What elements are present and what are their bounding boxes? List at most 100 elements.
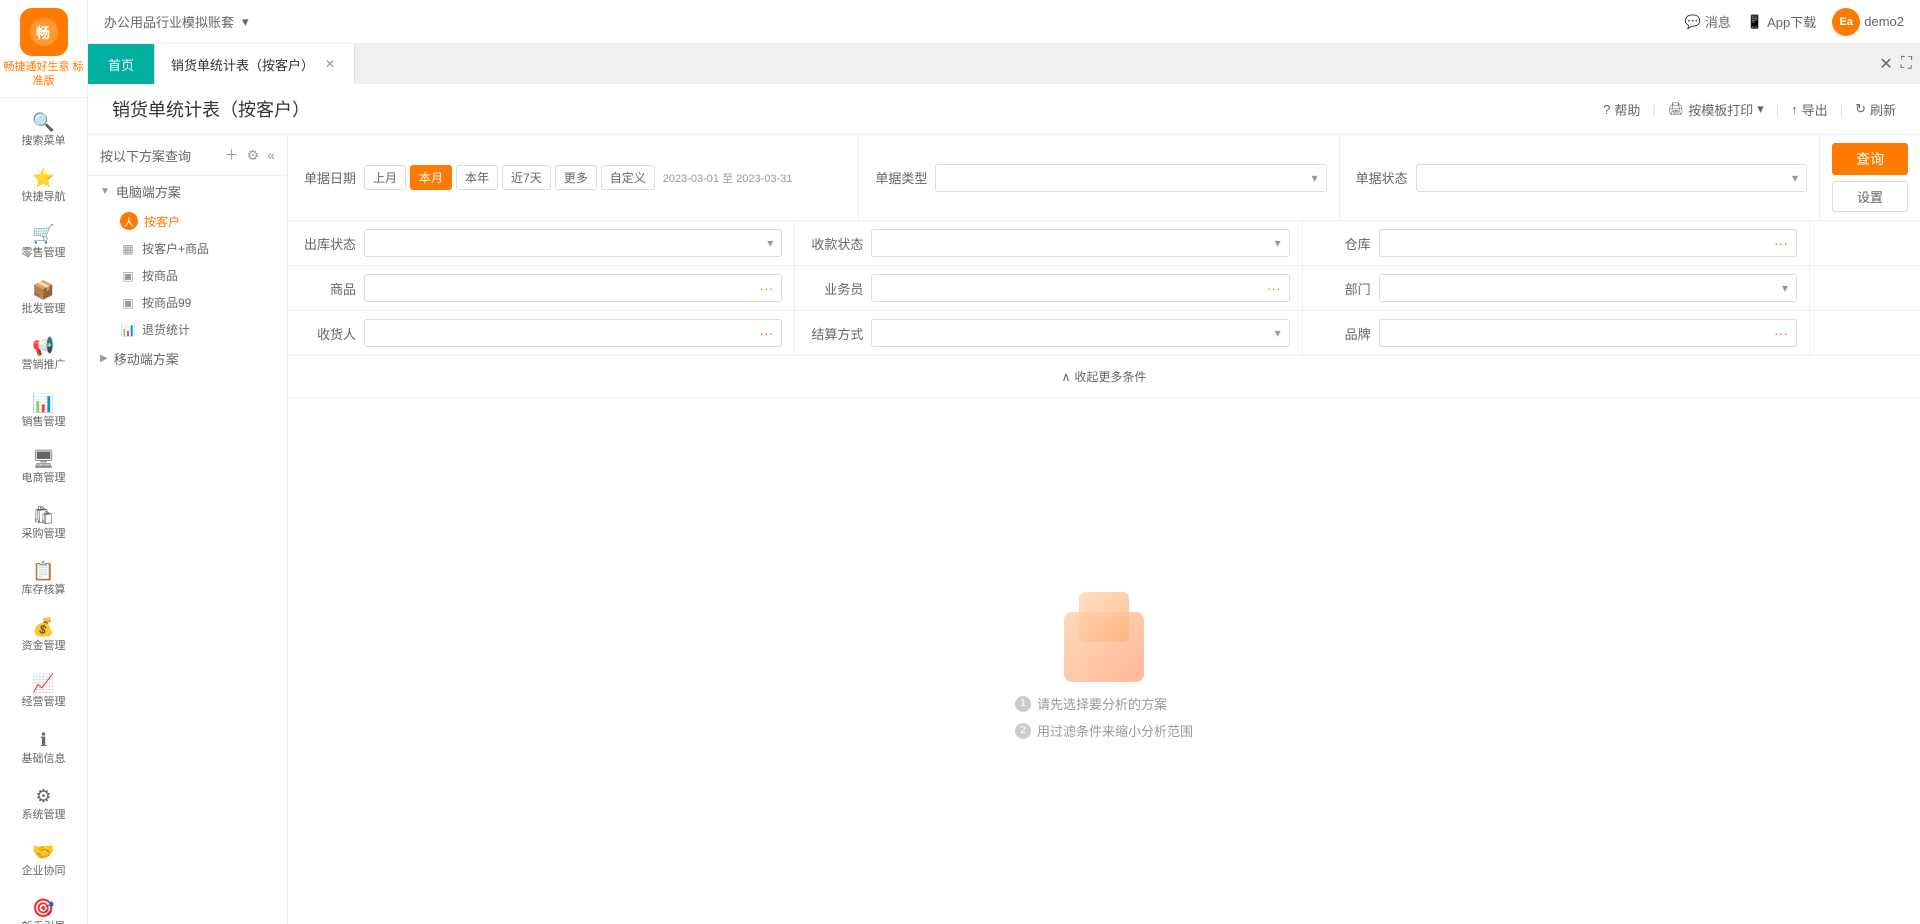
- settlement-chevron: ▾: [1275, 326, 1281, 340]
- tree-toggle-mobile: ▶: [100, 353, 108, 364]
- logo-icon: 畅: [20, 8, 68, 56]
- tree-toggle-desktop: ▼: [100, 186, 110, 197]
- refresh-btn[interactable]: ↻ 刷新: [1855, 100, 1896, 119]
- sidebar-item-inventory[interactable]: 📋 库存核算: [0, 551, 87, 607]
- main-area: 单据日期 上月 本月 本年 近7天 更多 自定义 2023-03-01 至 20…: [288, 135, 1920, 924]
- messages-btn[interactable]: 💬 消息: [1685, 12, 1731, 31]
- sidebar-item-purchase[interactable]: 🛍 采购管理: [0, 495, 87, 551]
- department-chevron: ▾: [1782, 281, 1788, 295]
- doc-type-select[interactable]: ▾: [935, 164, 1326, 192]
- settings-btn[interactable]: 设置: [1832, 181, 1908, 212]
- tab-close-all-btn[interactable]: ✕: [1879, 54, 1892, 74]
- tree-item-by-goods-99[interactable]: ▣ 按商品99: [112, 289, 287, 316]
- search-icon: 🔍: [32, 112, 54, 133]
- query-btn[interactable]: 查询: [1832, 143, 1908, 175]
- date-btn-this-month[interactable]: 本月: [410, 165, 452, 190]
- template-print-btn[interactable]: 🖨 按模板打印 ▾: [1668, 100, 1764, 119]
- department-select[interactable]: ▾: [1379, 274, 1797, 302]
- sidebar-label-system: 系统管理: [22, 809, 66, 822]
- sidebar-label-basic-info: 基础信息: [22, 753, 66, 766]
- tree-item-return-stat[interactable]: 📊 退货统计: [112, 316, 287, 343]
- gear-icon: ⚙: [35, 786, 51, 807]
- tab-close-btn[interactable]: ✕: [322, 56, 338, 72]
- payment-status-select[interactable]: ▾: [871, 229, 1289, 257]
- sidebar-item-basic-info[interactable]: ℹ 基础信息: [0, 720, 87, 776]
- sidebar-item-sales[interactable]: 📊 销售管理: [0, 383, 87, 439]
- page-actions: ? 帮助 | 🖨 按模板打印 ▾ | ↑ 导出 | ↻ 刷新: [1603, 100, 1896, 119]
- settlement-label: 结算方式: [807, 324, 863, 343]
- user-profile[interactable]: Ea demo2: [1832, 8, 1904, 36]
- star-icon: ⭐: [32, 168, 54, 189]
- left-panel-icons: ＋ ⚙ «: [225, 145, 275, 165]
- brand-select[interactable]: ···: [1379, 319, 1797, 347]
- left-panel: 按以下方案查询 ＋ ⚙ « ▼ 电脑端方案 人 按客户: [88, 135, 288, 924]
- refresh-icon: ↻: [1855, 101, 1866, 117]
- topbar-right: 💬 消息 📱 App下载 Ea demo2: [1685, 8, 1904, 36]
- sidebar-item-wholesale[interactable]: 📦 批发管理: [0, 270, 87, 326]
- brand-dots: ···: [1774, 325, 1788, 341]
- add-scheme-btn[interactable]: ＋: [225, 145, 239, 165]
- sales-icon: 📊: [32, 393, 54, 414]
- date-btn-this-year[interactable]: 本年: [456, 165, 498, 190]
- sidebar-item-ecommerce[interactable]: 🖥 电商管理: [0, 439, 87, 495]
- sidebar-label-purchase: 采购管理: [22, 528, 66, 541]
- sidebar-item-system[interactable]: ⚙ 系统管理: [0, 776, 87, 832]
- export-btn[interactable]: ↑ 导出: [1791, 100, 1828, 119]
- date-btn-more[interactable]: 更多: [555, 165, 597, 190]
- warehouse-select[interactable]: ···: [1379, 229, 1797, 257]
- help-icon: ?: [1603, 102, 1610, 117]
- tree-desktop-header[interactable]: ▼ 电脑端方案: [88, 176, 287, 207]
- sidebar-label-inventory: 库存核算: [22, 584, 66, 597]
- settlement-select[interactable]: ▾: [871, 319, 1289, 347]
- help-btn[interactable]: ? 帮助: [1603, 100, 1640, 119]
- app-download-btn[interactable]: 📱 App下载: [1747, 12, 1816, 31]
- date-label: 单据日期: [300, 168, 356, 187]
- date-btn-custom[interactable]: 自定义: [601, 165, 655, 190]
- tabbar: 首页 销货单统计表（按客户） ✕ ✕ ⛶: [88, 44, 1920, 84]
- sidebar-item-search[interactable]: 🔍 搜索菜单: [0, 102, 87, 158]
- settings-scheme-btn[interactable]: ⚙: [247, 147, 260, 164]
- collapse-panel-btn[interactable]: «: [267, 147, 275, 163]
- ecommerce-icon: 🖥: [32, 449, 55, 470]
- department-label: 部门: [1315, 279, 1371, 298]
- download-icon: 📱: [1747, 14, 1763, 30]
- topbar-dropdown-icon[interactable]: ▾: [242, 14, 249, 30]
- date-btn-last-7[interactable]: 近7天: [502, 165, 551, 190]
- out-status-select[interactable]: ▾: [364, 229, 782, 257]
- salesperson-select[interactable]: ···: [871, 274, 1289, 302]
- empty-hint-1: 1 请先选择要分析的方案: [1015, 694, 1193, 713]
- empty-state: 1 请先选择要分析的方案 2 用过滤条件来缩小分析范围: [288, 398, 1920, 924]
- sidebar-label-operations: 经营管理: [22, 696, 66, 709]
- retail-icon: 🛒: [32, 224, 54, 245]
- sidebar-item-retail[interactable]: 🛒 零售管理: [0, 214, 87, 270]
- sidebar-item-marketing[interactable]: 📢 营销推广: [0, 326, 87, 382]
- print-icon: 🖨: [1668, 101, 1685, 117]
- sidebar-item-operations[interactable]: 📈 经营管理: [0, 663, 87, 719]
- wholesale-icon: 📦: [32, 280, 54, 301]
- topbar: 办公用品行业模拟账套 ▾ 💬 消息 📱 App下载 Ea demo2: [88, 0, 1920, 44]
- payment-status-label: 收款状态: [807, 234, 863, 253]
- sidebar-item-finance[interactable]: 💰 资金管理: [0, 607, 87, 663]
- tree-item-by-customer-goods[interactable]: ▦ 按客户+商品: [112, 235, 287, 262]
- tab-sales-stat[interactable]: 销货单统计表（按客户） ✕: [155, 44, 355, 84]
- purchase-icon: 🛍: [32, 505, 55, 526]
- tab-expand-btn[interactable]: ⛶: [1901, 55, 1912, 73]
- cooperation-icon: 🤝: [32, 842, 54, 863]
- warehouse-dots: ···: [1774, 235, 1788, 251]
- collapse-btn[interactable]: ∧ 收起更多条件: [1056, 362, 1153, 391]
- goods-select[interactable]: ···: [364, 274, 782, 302]
- sidebar-label-ecommerce: 电商管理: [22, 472, 66, 485]
- tree-mobile-header[interactable]: ▶ 移动端方案: [88, 343, 287, 374]
- tree-item-by-customer[interactable]: 人 按客户: [112, 207, 287, 235]
- content-area: 销货单统计表（按客户） ? 帮助 | 🖨 按模板打印 ▾ | ↑ 导出 |: [88, 84, 1920, 924]
- tree-item-by-goods[interactable]: ▣ 按商品: [112, 262, 287, 289]
- tab-home[interactable]: 首页: [88, 44, 155, 84]
- recipient-select[interactable]: ···: [364, 319, 782, 347]
- doc-status-select[interactable]: ▾: [1416, 164, 1807, 192]
- sidebar-item-quick-nav[interactable]: ⭐ 快捷导航: [0, 158, 87, 214]
- sidebar-item-cooperation[interactable]: 🤝 企业协同: [0, 832, 87, 888]
- salesperson-label: 业务员: [807, 279, 863, 298]
- sidebar-item-onboarding[interactable]: 🎯 新手引导: [0, 888, 87, 924]
- date-btn-last-month[interactable]: 上月: [364, 165, 406, 190]
- hint-num-2: 2: [1015, 723, 1031, 739]
